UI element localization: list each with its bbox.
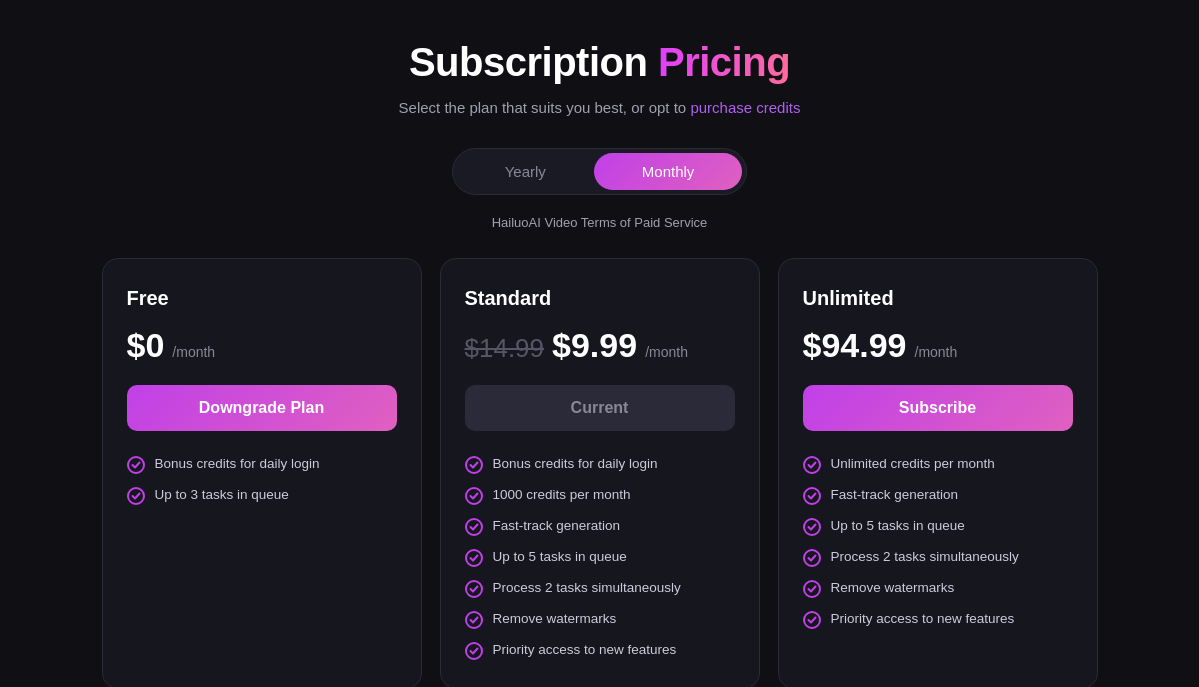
feature-item: Process 2 tasks simultaneously <box>803 548 1073 567</box>
check-icon <box>127 487 145 505</box>
feature-text: Up to 3 tasks in queue <box>155 486 289 505</box>
plan-price: $14.99 $9.99 /month <box>465 326 735 365</box>
feature-text: Remove watermarks <box>493 610 617 629</box>
feature-text: Bonus credits for daily login <box>155 455 320 474</box>
plan-action-btn[interactable]: Subscribe <box>803 385 1073 431</box>
feature-item: Up to 5 tasks in queue <box>803 517 1073 536</box>
subtitle: Select the plan that suits you best, or … <box>399 99 801 116</box>
check-icon <box>465 518 483 536</box>
feature-list: Bonus credits for daily login 1000 credi… <box>465 455 735 660</box>
price-current: $0 <box>127 326 165 365</box>
check-icon <box>803 456 821 474</box>
feature-item: Remove watermarks <box>803 579 1073 598</box>
check-icon <box>465 487 483 505</box>
feature-text: Fast-track generation <box>831 486 959 505</box>
page-header: Subscription Pricing Select the plan tha… <box>399 40 801 116</box>
check-icon <box>803 549 821 567</box>
check-icon <box>803 518 821 536</box>
terms-link[interactable]: HailuoAI Video Terms of Paid Service <box>492 215 708 230</box>
price-current: $94.99 <box>803 326 907 365</box>
feature-item: Bonus credits for daily login <box>127 455 397 474</box>
check-icon <box>803 580 821 598</box>
page-title: Subscription Pricing <box>399 40 801 85</box>
terms-link-container: HailuoAI Video Terms of Paid Service <box>492 215 708 230</box>
plan-action-btn[interactable]: Downgrade Plan <box>127 385 397 431</box>
plan-card-free: Free $0 /month Downgrade Plan Bonus cred… <box>102 258 422 687</box>
plan-price: $94.99 /month <box>803 326 1073 365</box>
check-icon <box>803 611 821 629</box>
feature-item: Unlimited credits per month <box>803 455 1073 474</box>
check-icon <box>465 580 483 598</box>
title-plain: Subscription <box>409 40 647 84</box>
feature-text: 1000 credits per month <box>493 486 631 505</box>
check-icon <box>465 549 483 567</box>
feature-item: Fast-track generation <box>803 486 1073 505</box>
feature-text: Fast-track generation <box>493 517 621 536</box>
feature-item: 1000 credits per month <box>465 486 735 505</box>
feature-text: Priority access to new features <box>493 641 677 660</box>
price-period: /month <box>172 344 215 360</box>
feature-item: Priority access to new features <box>803 610 1073 629</box>
title-gradient: Pricing <box>658 40 790 84</box>
plan-price: $0 /month <box>127 326 397 365</box>
feature-text: Process 2 tasks simultaneously <box>493 579 681 598</box>
feature-text: Up to 5 tasks in queue <box>831 517 965 536</box>
feature-list: Bonus credits for daily login Up to 3 ta… <box>127 455 397 505</box>
yearly-toggle-btn[interactable]: Yearly <box>457 153 594 190</box>
feature-text: Bonus credits for daily login <box>493 455 658 474</box>
purchase-credits-link[interactable]: purchase credits <box>690 99 800 116</box>
feature-item: Up to 5 tasks in queue <box>465 548 735 567</box>
plan-card-unlimited: Unlimited $94.99 /month Subscribe Unlimi… <box>778 258 1098 687</box>
feature-item: Priority access to new features <box>465 641 735 660</box>
price-current: $9.99 <box>552 326 637 365</box>
feature-item: Remove watermarks <box>465 610 735 629</box>
feature-text: Remove watermarks <box>831 579 955 598</box>
check-icon <box>465 456 483 474</box>
feature-item: Process 2 tasks simultaneously <box>465 579 735 598</box>
feature-item: Bonus credits for daily login <box>465 455 735 474</box>
feature-text: Unlimited credits per month <box>831 455 995 474</box>
check-icon <box>465 611 483 629</box>
check-icon <box>803 487 821 505</box>
feature-text: Priority access to new features <box>831 610 1015 629</box>
feature-item: Fast-track generation <box>465 517 735 536</box>
check-icon <box>465 642 483 660</box>
plan-name: Unlimited <box>803 287 1073 310</box>
plan-name: Standard <box>465 287 735 310</box>
price-period: /month <box>645 344 688 360</box>
check-icon <box>127 456 145 474</box>
feature-list: Unlimited credits per month Fast-track g… <box>803 455 1073 629</box>
feature-text: Process 2 tasks simultaneously <box>831 548 1019 567</box>
price-original: $14.99 <box>465 333 545 364</box>
plan-card-standard: Standard $14.99 $9.99 /month Current Bon… <box>440 258 760 687</box>
price-period: /month <box>915 344 958 360</box>
feature-text: Up to 5 tasks in queue <box>493 548 627 567</box>
plans-container: Free $0 /month Downgrade Plan Bonus cred… <box>70 258 1130 687</box>
billing-toggle: Yearly Monthly <box>452 148 748 195</box>
plan-name: Free <box>127 287 397 310</box>
plan-action-btn: Current <box>465 385 735 431</box>
monthly-toggle-btn[interactable]: Monthly <box>594 153 743 190</box>
feature-item: Up to 3 tasks in queue <box>127 486 397 505</box>
subtitle-text: Select the plan that suits you best, or … <box>399 99 687 116</box>
